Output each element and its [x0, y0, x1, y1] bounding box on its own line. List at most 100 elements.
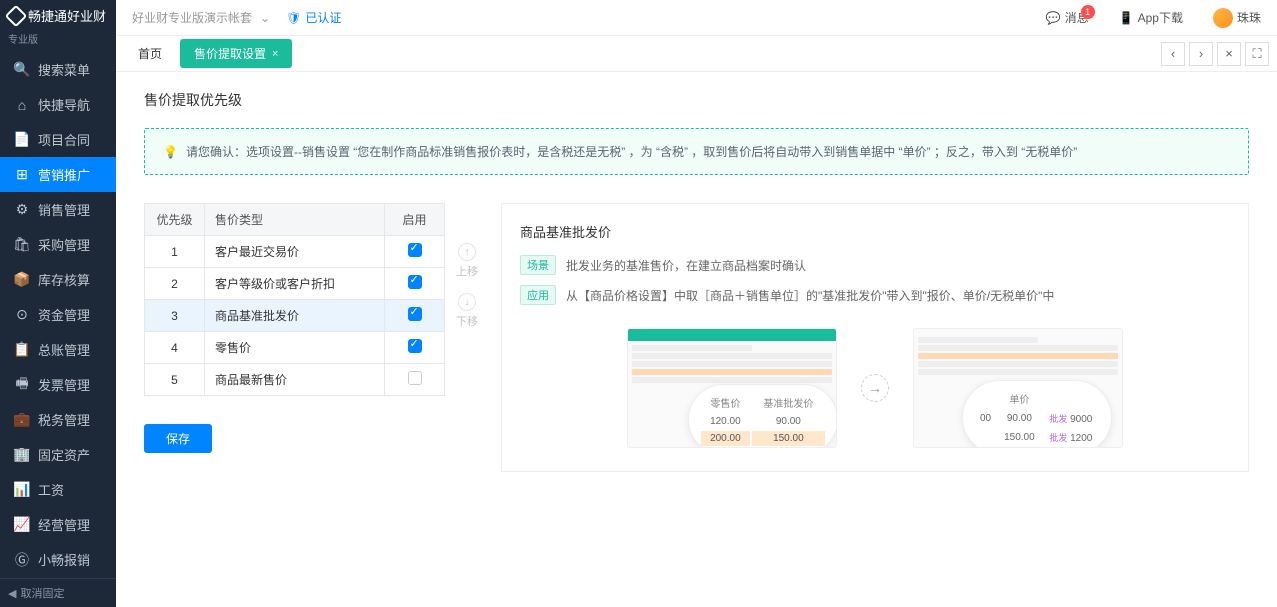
checkbox-enabled[interactable] [408, 307, 422, 321]
sidebar-item-invoice[interactable]: 🖷发票管理 [0, 367, 116, 402]
cell-priority: 5 [145, 364, 205, 396]
briefcase-icon: 💼 [14, 412, 30, 428]
tab-price-extract-settings[interactable]: 售价提取设置 × [180, 39, 292, 68]
sidebar-item-tax[interactable]: 💼税务管理 [0, 402, 116, 437]
illustration: 零售价基准批发价 120.0090.00 200.00150.00 → [520, 323, 1230, 453]
sidebar-item-label: 固定资产 [38, 445, 90, 464]
tab-close-all-button[interactable]: × [1217, 42, 1241, 66]
messages-button[interactable]: 💬 消息 1 [1046, 9, 1089, 26]
move-up-button[interactable]: ↑ 上移 [453, 243, 481, 279]
g-icon: Ⓖ [14, 552, 30, 568]
messages-count: 1 [1081, 5, 1095, 19]
phone-icon: 📱 [1119, 11, 1134, 25]
cell-type: 客户最近交易价 [205, 236, 385, 268]
circle-icon: ⊙ [14, 307, 30, 323]
page-title: 售价提取优先级 [144, 90, 1249, 110]
arrow-right-icon: → [861, 374, 889, 402]
org-name: 好业财专业版演示帐套 [132, 9, 252, 26]
trend-icon: 📈 [14, 517, 30, 533]
sidebar-item-label: 库存核算 [38, 270, 90, 289]
tab-close-icon[interactable]: × [272, 48, 278, 60]
save-button[interactable]: 保存 [144, 424, 212, 453]
verified-badge: 🛡 已认证 [286, 9, 341, 26]
sidebar-item-project[interactable]: 📄项目合同 [0, 122, 116, 157]
page-content: 售价提取优先级 💡 请您确认：选项设置--销售设置 “您在制作商品标准销售报价表… [116, 72, 1277, 607]
sidebar-item-label: 营销推广 [38, 165, 90, 184]
tab-label: 售价提取设置 [194, 45, 266, 62]
info-card: 商品基准批发价 场景 批发业务的基准售价，在建立商品档案时确认 应用 从【商品价… [501, 203, 1249, 472]
illustration-target-panel: 单价 0090.00批发 9000 150.00批发 1200 [913, 328, 1123, 448]
move-down-button[interactable]: ↓ 下移 [453, 293, 481, 329]
table-row[interactable]: 4 零售价 [145, 332, 445, 364]
grid-icon: ⊞ [14, 167, 30, 183]
sidebar-item-inventory[interactable]: 📦库存核算 [0, 262, 116, 297]
sidebar-item-label: 项目合同 [38, 130, 90, 149]
priority-table: 优先级 售价类型 启用 1 客户最近交易价 [144, 203, 445, 396]
sidebar-item-quicknav[interactable]: ⌂快捷导航 [0, 87, 116, 122]
sidebar-item-marketing[interactable]: ⊞ 营销推广 [0, 157, 116, 192]
cell-priority: 3 [145, 300, 205, 332]
download-label: App下载 [1138, 9, 1183, 26]
cell-priority: 2 [145, 268, 205, 300]
table-area: 优先级 售价类型 启用 1 客户最近交易价 [144, 203, 481, 396]
tab-home[interactable]: 首页 [124, 39, 176, 68]
cell-priority: 4 [145, 332, 205, 364]
checkbox-enabled[interactable] [408, 339, 422, 353]
zoom-source: 零售价基准批发价 120.0090.00 200.00150.00 [688, 384, 837, 448]
logo-text: 畅捷通好业财 [28, 6, 106, 25]
fullscreen-button[interactable]: ⛶ [1245, 42, 1269, 66]
sidebar-item-label: 小畅报销 [38, 550, 90, 569]
bulb-icon: 💡 [163, 145, 178, 159]
sidebar-item-label: 资金管理 [38, 305, 90, 324]
checkbox-enabled[interactable] [408, 275, 422, 289]
sidebar-item-salary[interactable]: 📊工资 [0, 472, 116, 507]
sidebar-item-label: 销售管理 [38, 200, 90, 219]
tab-prev-button[interactable]: ‹ [1161, 42, 1185, 66]
checkbox-disabled[interactable] [408, 371, 422, 385]
home-icon: ⌂ [14, 97, 30, 113]
cell-type: 商品基准批发价 [205, 300, 385, 332]
table-row[interactable]: 2 客户等级价或客户折扣 [145, 268, 445, 300]
sidebar-item-business[interactable]: 📈经营管理 [0, 507, 116, 542]
table-row[interactable]: 3 商品基准批发价 [145, 300, 445, 332]
sidebar-unpin[interactable]: ◀ 取消固定 [0, 578, 116, 607]
logo-icon [5, 4, 28, 27]
sidebar-item-search[interactable]: 🔍搜索菜单 [0, 52, 116, 87]
col-type: 售价类型 [205, 204, 385, 236]
sidebar-item-ledger[interactable]: 📋 总账管理 [0, 332, 116, 367]
sidebar-item-assets[interactable]: 🏢 固定资产 [0, 437, 116, 472]
verified-label: 已认证 [305, 9, 341, 26]
tab-next-button[interactable]: › [1189, 42, 1213, 66]
checkbox-enabled[interactable] [408, 243, 422, 257]
sidebar: 畅捷通好业财 专业版 🔍搜索菜单 ⌂快捷导航 📄项目合同 ⊞营销推广 ⚙销售管理… [0, 0, 116, 607]
sidebar-menu: 🔍搜索菜单 ⌂快捷导航 📄项目合同 ⊞ 营销推广 ⚙销售管理 🛍采购管理 📦库存核… [0, 52, 116, 578]
building-icon: 🏢 [14, 447, 30, 463]
cell-enable [385, 364, 445, 396]
sidebar-footer-label: 取消固定 [20, 585, 64, 601]
org-selector[interactable]: 好业财专业版演示帐套 ⌄ [132, 9, 270, 26]
main-area: 好业财专业版演示帐套 ⌄ 🛡 已认证 💬 消息 1 📱 App下载 珠珠 [116, 0, 1277, 607]
download-button[interactable]: 📱 App下载 [1119, 9, 1183, 26]
cell-type: 商品最新售价 [205, 364, 385, 396]
chat-icon: 💬 [1046, 11, 1061, 25]
sidebar-item-sales[interactable]: ⚙销售管理 [0, 192, 116, 227]
app-logo: 畅捷通好业财 [0, 0, 116, 31]
col-enable: 启用 [385, 204, 445, 236]
avatar [1213, 8, 1233, 28]
scene-text: 批发业务的基准售价，在建立商品档案时确认 [566, 257, 806, 274]
scene-tag: 场景 [520, 255, 556, 275]
tabs-row: 首页 售价提取设置 × ‹ › × ⛶ [116, 36, 1277, 72]
cell-enable [385, 268, 445, 300]
sidebar-item-purchase[interactable]: 🛍采购管理 [0, 227, 116, 262]
arrow-down-icon: ↓ [458, 293, 476, 311]
move-controls: ↑ 上移 ↓ 下移 [453, 203, 481, 329]
sidebar-item-label: 总账管理 [38, 340, 90, 359]
table-row[interactable]: 5 商品最新售价 [145, 364, 445, 396]
shield-icon: 🛡 [286, 11, 301, 25]
table-row[interactable]: 1 客户最近交易价 [145, 236, 445, 268]
sidebar-item-funds[interactable]: ⊙ 资金管理 [0, 297, 116, 332]
user-menu[interactable]: 珠珠 [1213, 8, 1261, 28]
sidebar-item-expense[interactable]: Ⓖ 小畅报销 [0, 542, 116, 577]
clipboard-icon: 📋 [14, 342, 30, 358]
apply-tag: 应用 [520, 285, 556, 305]
